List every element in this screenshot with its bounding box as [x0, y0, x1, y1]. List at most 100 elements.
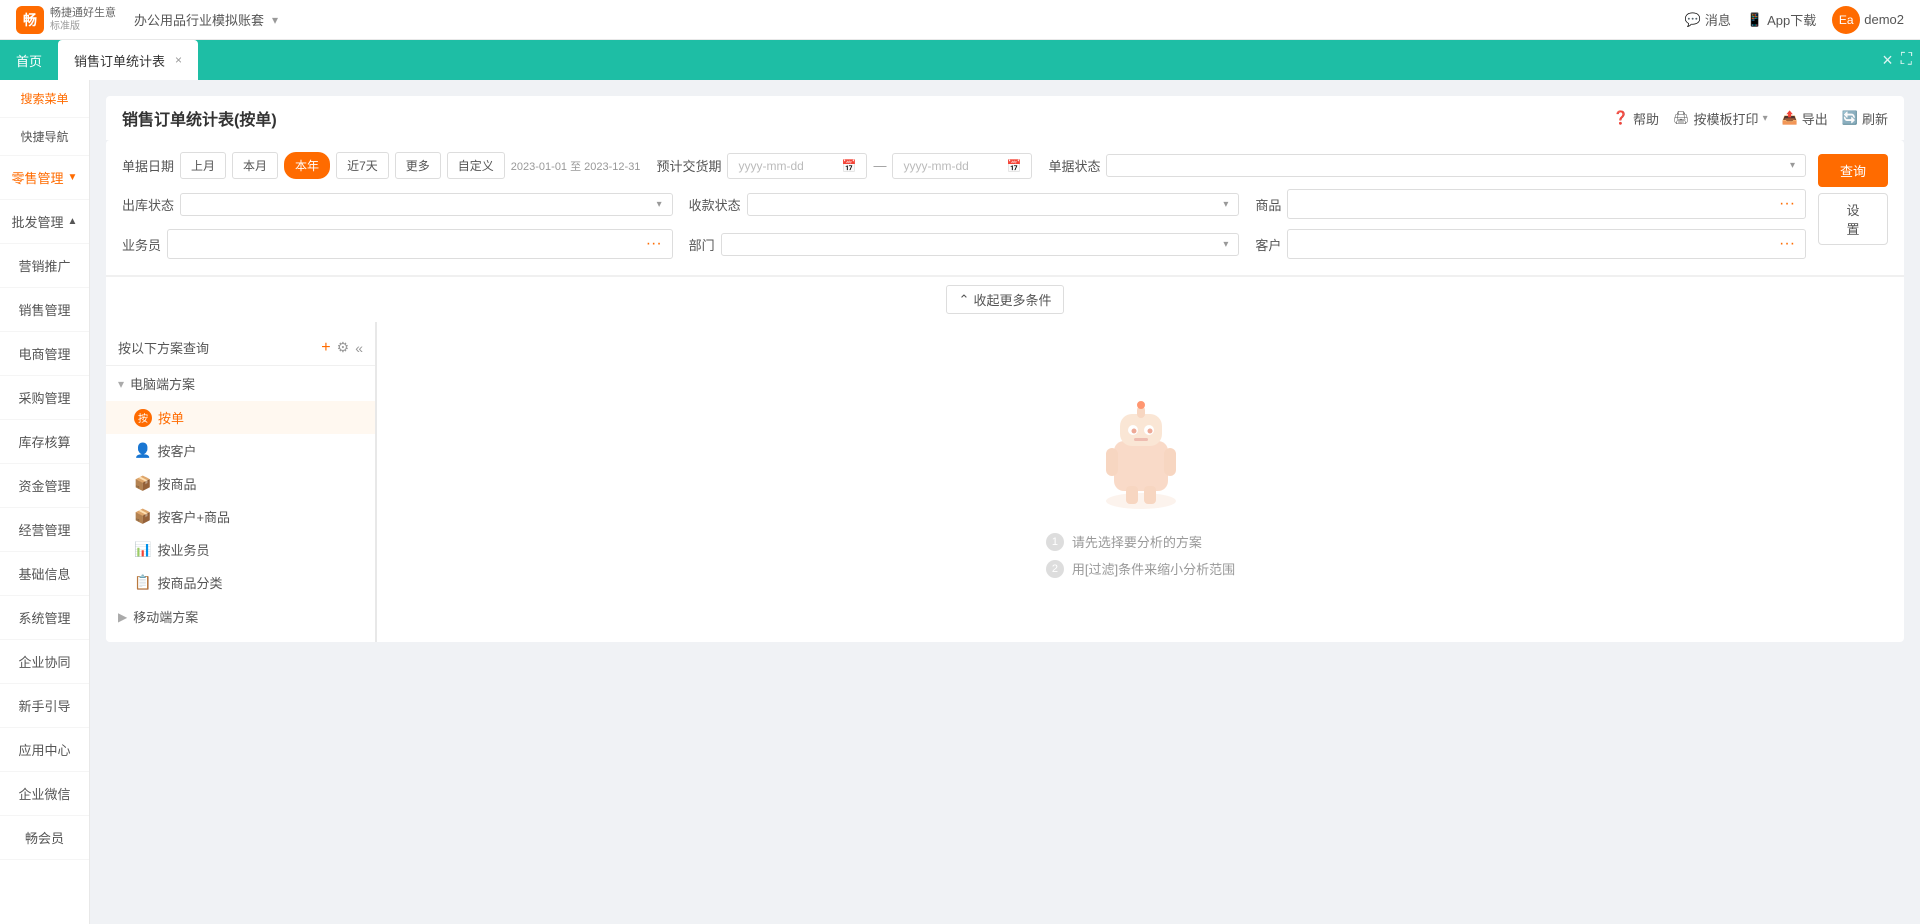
app-download-button[interactable]: 📱 App下载 [1747, 10, 1816, 29]
date-btn-more[interactable]: 更多 [395, 152, 441, 179]
product-label: 商品 [1255, 195, 1281, 214]
message-button[interactable]: 💬 消息 [1685, 10, 1731, 29]
tree-item-by-product[interactable]: 📦 按商品 [106, 467, 375, 500]
tab-sales-order[interactable]: 销售订单统计表 × [58, 40, 198, 80]
sidebar-item-ecom[interactable]: 电商管理 [0, 332, 89, 376]
tree-mobile-arrow: ▶ [118, 610, 127, 624]
settings-button[interactable]: 设置 [1818, 193, 1888, 245]
payment-label: 收款状态 [689, 195, 741, 214]
sidebar-item-corp[interactable]: 企业协同 [0, 640, 89, 684]
status-select[interactable]: ▾ [1106, 154, 1806, 177]
sidebar-item-purchase-label: 采购管理 [18, 388, 70, 407]
empty-state: 1 请先选择要分析的方案 2 用[过滤]条件来缩小分析范围 [377, 322, 1904, 642]
product-input[interactable]: ··· [1287, 189, 1806, 219]
expected-date-from[interactable]: yyyy-mm-dd 📅 [727, 153, 867, 179]
tree-item-by-product-icon: 📦 [134, 475, 151, 492]
collapse-panel-icon[interactable]: « [355, 340, 363, 356]
add-scheme-icon[interactable]: + [321, 339, 330, 357]
content-area: 销售订单统计表(按单) ❓ 帮助 🖨 按模板打印 ▾ 📤 导出 [90, 80, 1920, 924]
filter-row-3: 业务员 ··· 部门 ▾ [122, 229, 1806, 259]
tab-home[interactable]: 首页 [0, 40, 58, 80]
print-button[interactable]: 🖨 按模板打印 ▾ [1673, 109, 1768, 128]
tab-maximize-icon[interactable]: ⛶ [1901, 51, 1912, 69]
export-button[interactable]: 📤 导出 [1782, 109, 1828, 128]
app-download-label: App下载 [1767, 10, 1816, 29]
sidebar-item-basic[interactable]: 基础信息 [0, 552, 89, 596]
customer-filter-group: 客户 ··· [1255, 229, 1806, 259]
dispatch-label: 出库状态 [122, 195, 174, 214]
date-btn-this-year[interactable]: 本年 [284, 152, 330, 179]
refresh-button[interactable]: 🔄 刷新 [1842, 109, 1888, 128]
tab-bar: 首页 销售订单统计表 × × ⛶ [0, 40, 1920, 80]
tree-mobile-group-header[interactable]: ▶ 移动端方案 [106, 599, 375, 634]
hint-1-num: 1 [1046, 533, 1064, 551]
date-btn-custom[interactable]: 自定义 [447, 152, 505, 179]
tree-item-by-customer[interactable]: 👤 按客户 [106, 434, 375, 467]
user-profile[interactable]: Ea demo2 [1832, 6, 1904, 34]
username: demo2 [1864, 12, 1904, 27]
sidebar-item-appstore-label: 应用中心 [18, 740, 70, 759]
sidebar-item-finance[interactable]: 资金管理 [0, 464, 89, 508]
sidebar-item-purchase[interactable]: 采购管理 [0, 376, 89, 420]
page-header-actions: ❓ 帮助 🖨 按模板打印 ▾ 📤 导出 🔄 刷新 [1613, 109, 1888, 128]
print-icon: 🖨 [1673, 110, 1690, 126]
refresh-icon: 🔄 [1842, 110, 1858, 126]
sidebar-item-marketing[interactable]: 营销推广 [0, 244, 89, 288]
help-button[interactable]: ❓ 帮助 [1613, 109, 1659, 128]
customer-input[interactable]: ··· [1287, 229, 1806, 259]
top-bar-right: 💬 消息 📱 App下载 Ea demo2 [1685, 6, 1904, 34]
payment-select[interactable]: ▾ [747, 193, 1240, 216]
sidebar-item-wechat[interactable]: 企业微信 [0, 772, 89, 816]
sidebar-item-retail-label: 零售管理 [12, 168, 64, 187]
help-label: 帮助 [1633, 109, 1659, 128]
sidebar-item-member-label: 畅会员 [25, 828, 64, 847]
sidebar-item-inventory[interactable]: 库存核算 [0, 420, 89, 464]
product-filter-group: 商品 ··· [1255, 189, 1806, 219]
tree-item-by-cust-prod[interactable]: 📦 按客户+商品 [106, 500, 375, 533]
refresh-label: 刷新 [1862, 109, 1888, 128]
date-btn-last-month[interactable]: 上月 [180, 152, 226, 179]
staff-label: 业务员 [122, 235, 161, 254]
sidebar-item-finance-label: 资金管理 [18, 476, 70, 495]
tree-item-by-order[interactable]: 按 按单 [106, 401, 375, 434]
sidebar-item-ops[interactable]: 经营管理 [0, 508, 89, 552]
tree-item-by-category[interactable]: 📋 按商品分类 [106, 566, 375, 599]
product-dots[interactable]: ··· [1779, 195, 1795, 213]
dept-label: 部门 [689, 235, 715, 254]
staff-dots[interactable]: ··· [646, 235, 662, 253]
staff-filter-group: 业务员 ··· [122, 229, 673, 259]
date-range-text: 2023-01-01 至 2023-12-31 [511, 158, 641, 174]
dropdown-icon[interactable]: ▾ [272, 13, 278, 27]
settings-scheme-icon[interactable]: ⚙ [337, 339, 350, 356]
left-panel-title: 按以下方案查询 [118, 338, 315, 357]
tab-close-icon[interactable]: × [175, 53, 182, 67]
date-btn-7days[interactable]: 近7天 [336, 152, 389, 179]
left-panel: 按以下方案查询 + ⚙ « ▾ 电脑端方案 按 [106, 322, 376, 642]
tree-pc-group-header[interactable]: ▾ 电脑端方案 [106, 366, 375, 401]
query-button[interactable]: 查询 [1818, 154, 1888, 187]
collapse-button[interactable]: ⌃ 收起更多条件 [946, 285, 1065, 314]
sidebar-item-system[interactable]: 系统管理 [0, 596, 89, 640]
sidebar-item-member[interactable]: 畅会员 [0, 816, 89, 860]
top-title: 办公用品行业模拟账套 [134, 10, 264, 29]
sidebar-item-appstore[interactable]: 应用中心 [0, 728, 89, 772]
sidebar-search-menu[interactable]: 搜索菜单 [0, 80, 89, 118]
sidebar-quick-nav[interactable]: 快捷导航 [0, 118, 89, 156]
tree-item-by-staff[interactable]: 📊 按业务员 [106, 533, 375, 566]
status-select-chevron: ▾ [1790, 160, 1795, 171]
tab-minimize-icon[interactable]: × [1882, 50, 1893, 71]
tree-pc-label: 电脑端方案 [130, 374, 195, 393]
dispatch-select[interactable]: ▾ [180, 193, 673, 216]
sidebar-item-wholesale[interactable]: 批发管理 ▲ [0, 200, 89, 244]
expected-date-to[interactable]: yyyy-mm-dd 📅 [892, 153, 1032, 179]
hint-2-text: 用[过滤]条件来缩小分析范围 [1072, 559, 1235, 578]
date-btn-this-month[interactable]: 本月 [232, 152, 278, 179]
sidebar-item-retail[interactable]: 零售管理 ▼ [0, 156, 89, 200]
dept-select[interactable]: ▾ [721, 233, 1240, 256]
staff-input[interactable]: ··· [167, 229, 673, 259]
sidebar-item-ecom-label: 电商管理 [18, 344, 70, 363]
sidebar-item-newbie[interactable]: 新手引导 [0, 684, 89, 728]
calendar-icon-from: 📅 [842, 159, 857, 173]
customer-dots[interactable]: ··· [1779, 235, 1795, 253]
sidebar-item-sales[interactable]: 销售管理 [0, 288, 89, 332]
